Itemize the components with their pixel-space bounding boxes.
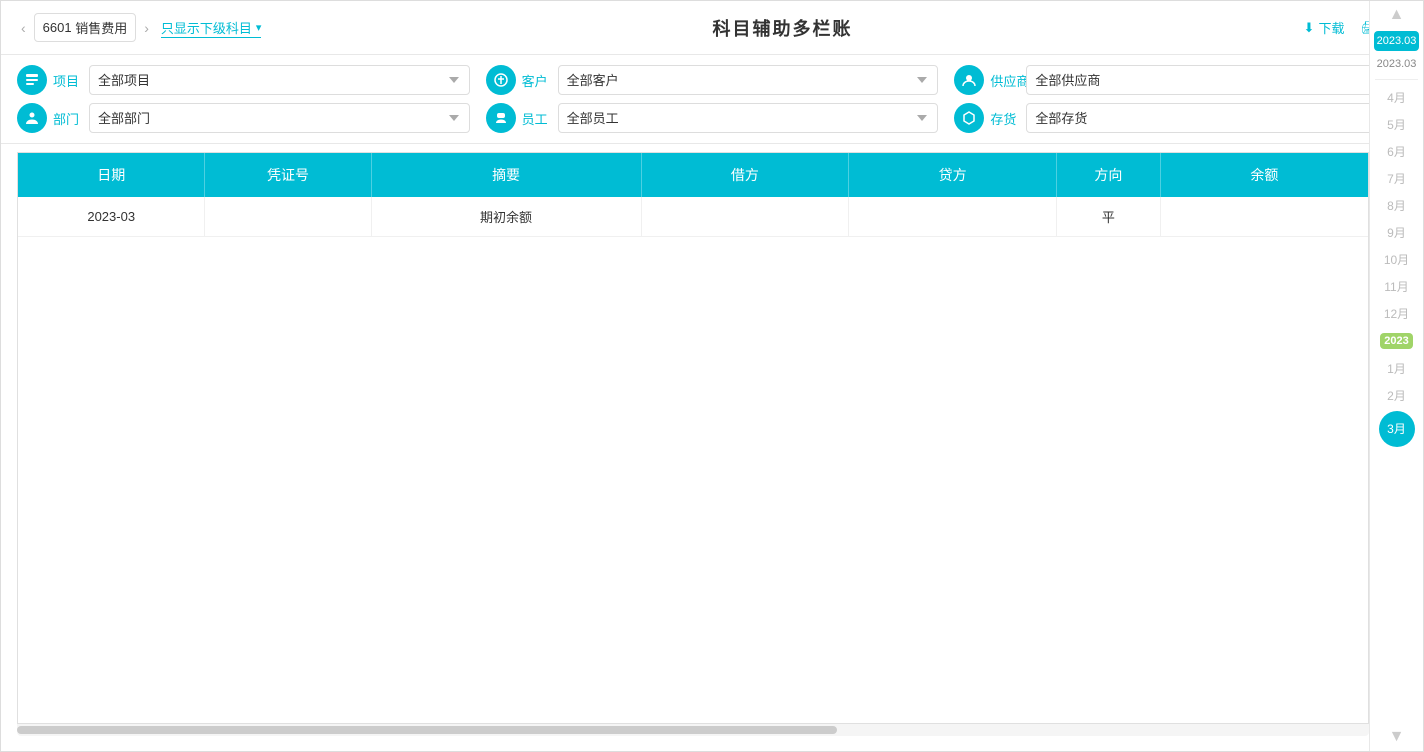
supplier-icon xyxy=(954,65,984,95)
col-voucher: 凭证号 xyxy=(205,153,371,197)
cell-date: 2023-03 xyxy=(18,197,205,237)
ledger-table: 日期 凭证号 摘要 借方 贷方 方向 余额 2023-03 期初余额 xyxy=(18,153,1368,237)
year-badge-2023: 2023 xyxy=(1380,331,1412,351)
horizontal-scrollbar[interactable] xyxy=(17,724,1369,736)
sidebar-item-6[interactable]: 6月 xyxy=(1370,138,1423,165)
show-sub-toggle[interactable]: 只显示下级科目 ▾ xyxy=(161,18,262,38)
sidebar-item-5[interactable]: 5月 xyxy=(1370,111,1423,138)
download-label: 下载 xyxy=(1318,18,1344,37)
col-debit: 借方 xyxy=(641,153,849,197)
sidebar-item-4[interactable]: 4月 xyxy=(1370,84,1423,111)
project-select[interactable]: 全部项目 xyxy=(89,65,470,95)
cell-credit xyxy=(849,197,1057,237)
customer-select[interactable]: 全部客户 xyxy=(558,65,939,95)
col-credit: 贷方 xyxy=(849,153,1057,197)
next-account-btn[interactable]: › xyxy=(140,18,153,38)
dept-icon xyxy=(17,103,47,133)
sidebar-item-3-active[interactable]: 3月 xyxy=(1379,411,1415,447)
filter-row-1: 项目 全部项目 客户 全部客户 xyxy=(17,65,1407,95)
col-summary: 摘要 xyxy=(371,153,641,197)
sidebar-scroll-down-btn[interactable]: ▼ xyxy=(1370,723,1423,751)
sidebar-separator xyxy=(1375,79,1417,80)
sidebar-scroll-up-btn[interactable]: ▲ xyxy=(1370,1,1423,29)
cell-summary: 期初余额 xyxy=(371,197,641,237)
inventory-select[interactable]: 全部存货 xyxy=(1026,103,1407,133)
scroll-thumb xyxy=(17,726,837,734)
filter-area: 项目 全部项目 客户 全部客户 xyxy=(1,55,1423,144)
cell-voucher xyxy=(205,197,371,237)
right-sidebar: ▲ 2023.03 2023.03 4月 5月 6月 7月 8月 9月 10月 … xyxy=(1369,1,1423,751)
col-balance: 余额 xyxy=(1160,153,1368,197)
dept-select[interactable]: 全部部门 xyxy=(89,103,470,133)
account-name: 销售费用 xyxy=(75,18,127,37)
project-filter-item: 项目 全部项目 xyxy=(17,65,470,95)
sidebar-item-12[interactable]: 12月 xyxy=(1370,300,1423,327)
customer-icon xyxy=(486,65,516,95)
col-date: 日期 xyxy=(18,153,205,197)
project-label: 项目 xyxy=(53,71,83,90)
account-tag: 6601 销售费用 xyxy=(34,13,137,42)
dept-label: 部门 xyxy=(53,109,83,128)
download-icon: ⬇ xyxy=(1304,20,1315,36)
table-body: 2023-03 期初余额 平 xyxy=(18,197,1368,237)
employee-label: 员工 xyxy=(522,109,552,128)
table-row: 2023-03 期初余额 平 xyxy=(18,197,1368,237)
col-direction: 方向 xyxy=(1056,153,1160,197)
sidebar-item-selected-1[interactable]: 2023.03 xyxy=(1374,31,1419,51)
inventory-label: 存货 xyxy=(990,109,1020,128)
download-btn[interactable]: ⬇ 下载 xyxy=(1304,18,1345,37)
cell-direction: 平 xyxy=(1056,197,1160,237)
inventory-icon xyxy=(954,103,984,133)
cell-debit xyxy=(641,197,849,237)
supplier-select[interactable]: 全部供应商 xyxy=(1026,65,1407,95)
sidebar-item-2[interactable]: 2月 xyxy=(1370,382,1423,409)
table-header-row: 日期 凭证号 摘要 借方 贷方 方向 余额 xyxy=(18,153,1368,197)
sidebar-item-11[interactable]: 11月 xyxy=(1370,273,1423,300)
employee-filter-item: 员工 全部员工 xyxy=(486,103,939,133)
sidebar-item-10[interactable]: 10月 xyxy=(1370,246,1423,273)
sidebar-item-8[interactable]: 8月 xyxy=(1370,192,1423,219)
supplier-filter-item: 供应商 全部供应商 xyxy=(954,65,1407,95)
inventory-filter-item: 存货 全部存货 xyxy=(954,103,1407,133)
sidebar-item-7[interactable]: 7月 xyxy=(1370,165,1423,192)
sidebar-items: 2023.03 2023.03 4月 5月 6月 7月 8月 9月 10月 11… xyxy=(1370,29,1423,723)
account-code: 6601 xyxy=(43,20,72,35)
table-wrapper: 日期 凭证号 摘要 借方 贷方 方向 余额 2023-03 期初余额 xyxy=(17,152,1369,724)
customer-filter-item: 客户 全部客户 xyxy=(486,65,939,95)
dept-filter-item: 部门 全部部门 xyxy=(17,103,470,133)
page-title: 科目辅助多栏账 xyxy=(261,15,1303,41)
show-sub-label: 只显示下级科目 xyxy=(161,18,252,37)
top-bar: ‹ 6601 销售费用 › 只显示下级科目 ▾ 科目辅助多栏账 ⬇ 下载 🖨 打… xyxy=(1,1,1423,55)
sidebar-item-9[interactable]: 9月 xyxy=(1370,219,1423,246)
filter-row-2: 部门 全部部门 员工 全部员工 xyxy=(17,103,1407,133)
sidebar-item-2023-03[interactable]: 2023.03 xyxy=(1370,53,1423,75)
employee-icon xyxy=(486,103,516,133)
employee-select[interactable]: 全部员工 xyxy=(558,103,939,133)
sidebar-item-1[interactable]: 1月 xyxy=(1370,355,1423,382)
customer-label: 客户 xyxy=(522,71,552,90)
supplier-label: 供应商 xyxy=(990,71,1020,90)
cell-balance xyxy=(1160,197,1368,237)
modal-window: ‹ 6601 销售费用 › 只显示下级科目 ▾ 科目辅助多栏账 ⬇ 下载 🖨 打… xyxy=(0,0,1424,752)
prev-account-btn[interactable]: ‹ xyxy=(17,18,30,38)
project-icon xyxy=(17,65,47,95)
